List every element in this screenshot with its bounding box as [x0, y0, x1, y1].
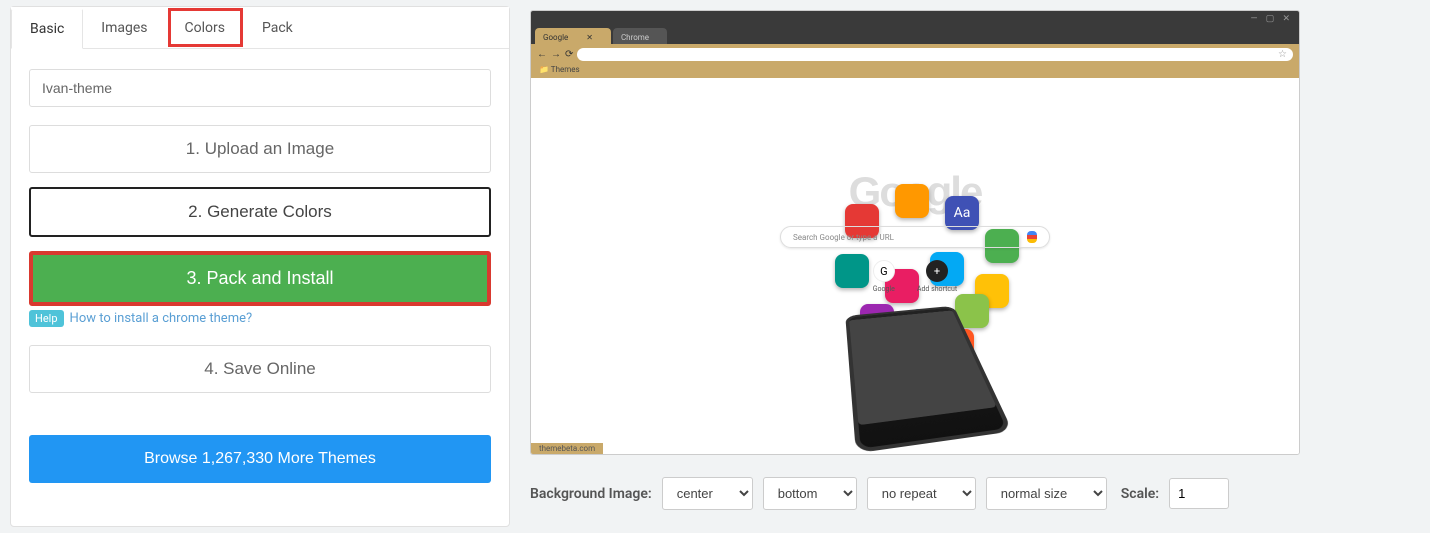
- tab-pack[interactable]: Pack: [244, 7, 312, 48]
- upload-image-button[interactable]: 1. Upload an Image: [29, 125, 491, 173]
- google-icon: G: [873, 260, 895, 282]
- right-panel: — ▢ ✕ Google✕ Chrome ← → ⟳ ☆ 📁 Themes Go…: [510, 0, 1430, 533]
- shortcut-google[interactable]: G Google: [873, 260, 895, 293]
- url-input[interactable]: ☆: [577, 48, 1293, 61]
- tab-colors[interactable]: Colors: [167, 7, 244, 48]
- scale-label: Scale:: [1121, 486, 1159, 502]
- bg-image-label: Background Image:: [530, 486, 652, 502]
- search-box[interactable]: Search Google or type a URL: [780, 226, 1050, 248]
- help-badge: Help: [29, 310, 64, 327]
- mic-icon[interactable]: [1027, 231, 1037, 243]
- theme-name-input[interactable]: [29, 69, 491, 107]
- save-online-button[interactable]: 4. Save Online: [29, 345, 491, 393]
- reload-icon[interactable]: ⟳: [565, 49, 573, 60]
- back-icon[interactable]: ←: [537, 49, 547, 60]
- tabs-bar: Basic Images Colors Pack: [11, 7, 509, 49]
- address-bar: ← → ⟳ ☆: [531, 44, 1299, 64]
- tab-images[interactable]: Images: [83, 7, 166, 48]
- browser-tab-active[interactable]: Google✕: [535, 28, 611, 44]
- forward-icon[interactable]: →: [551, 49, 561, 60]
- shortcuts-row: G Google + Add shortcut: [873, 260, 957, 293]
- window-titlebar: — ▢ ✕: [531, 11, 1299, 26]
- scale-input[interactable]: [1169, 478, 1229, 509]
- browser-preview: — ▢ ✕ Google✕ Chrome ← → ⟳ ☆ 📁 Themes Go…: [530, 10, 1300, 455]
- phone-illustration: Aa: [785, 174, 1045, 454]
- star-icon[interactable]: ☆: [1278, 49, 1287, 60]
- browser-tab-inactive[interactable]: Chrome: [613, 28, 667, 44]
- tab-basic[interactable]: Basic: [11, 8, 83, 49]
- phone-body: [845, 306, 1012, 454]
- browse-themes-button[interactable]: Browse 1,267,330 More Themes: [29, 435, 491, 483]
- position-h-select[interactable]: center: [662, 477, 753, 510]
- generate-colors-button[interactable]: 2. Generate Colors: [29, 187, 491, 237]
- bookmark-bar: 📁 Themes: [531, 64, 1299, 78]
- plus-icon: +: [926, 260, 948, 282]
- background-image-controls: Background Image: center bottom no repea…: [530, 477, 1300, 510]
- size-select[interactable]: normal size: [986, 477, 1107, 510]
- browser-tabs-strip: Google✕ Chrome: [531, 26, 1299, 44]
- position-v-select[interactable]: bottom: [763, 477, 857, 510]
- shortcut-add[interactable]: + Add shortcut: [917, 260, 957, 293]
- window-controls: — ▢ ✕: [1250, 14, 1293, 24]
- watermark: themebeta.com: [531, 443, 603, 454]
- pack-install-button[interactable]: 3. Pack and Install: [29, 251, 491, 306]
- panel-body: 1. Upload an Image 2. Generate Colors 3.…: [11, 49, 509, 503]
- help-row: Help How to install a chrome theme?: [29, 310, 491, 327]
- left-panel: Basic Images Colors Pack 1. Upload an Im…: [10, 6, 510, 527]
- new-tab-page: Google Search Google or type a URL G Goo…: [531, 78, 1299, 454]
- help-link[interactable]: How to install a chrome theme?: [70, 311, 253, 326]
- repeat-select[interactable]: no repeat: [867, 477, 976, 510]
